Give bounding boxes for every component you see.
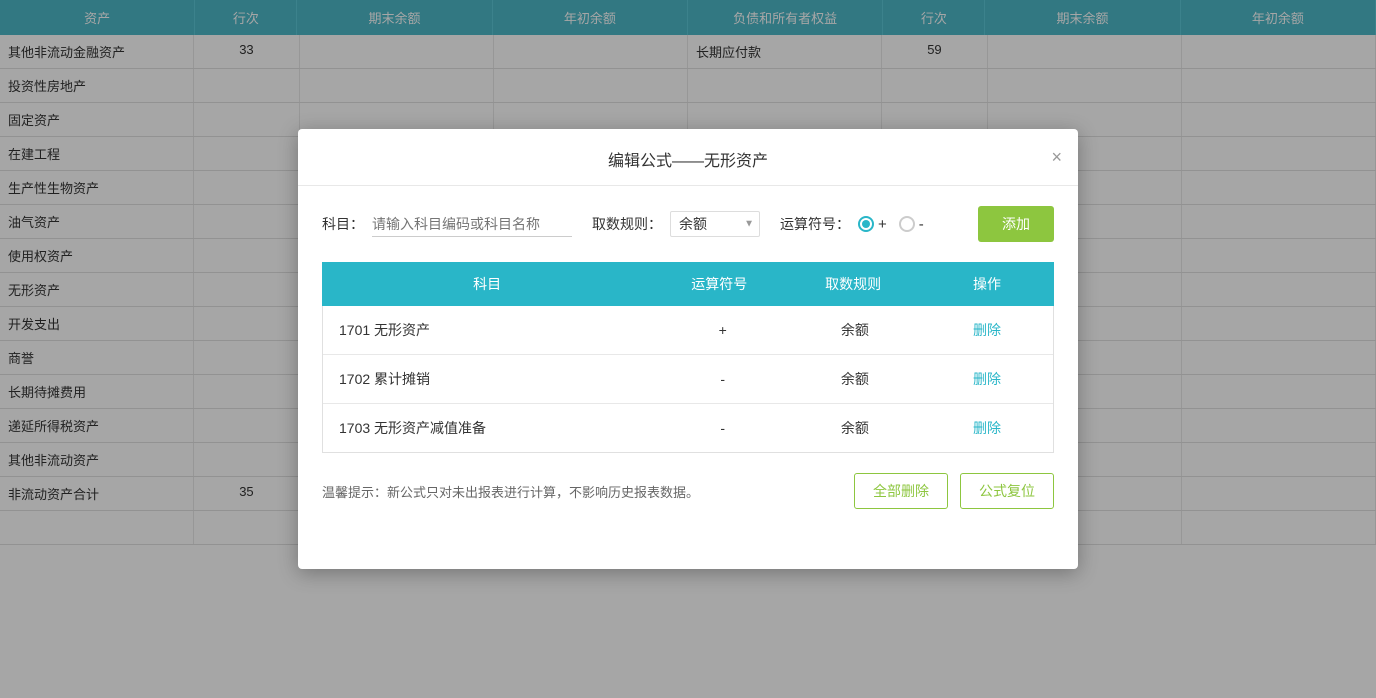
modal-overlay: 编辑公式——无形资产 × 科目： 取数规则： 余额借方贷方借方发生额贷方发生额 … [0, 0, 1376, 698]
rule-select[interactable]: 余额借方贷方借方发生额贷方发生额 [670, 211, 760, 237]
modal-footer: 温馨提示：新公式只对未出报表进行计算，不影响历史报表数据。 全部删除 公式复位 [298, 453, 1078, 513]
rule-label: 取数规则： [592, 214, 662, 234]
subject-input[interactable] [372, 212, 572, 237]
form-row: 科目： 取数规则： 余额借方贷方借方发生额贷方发生额 ▼ 运算符号： + [298, 186, 1078, 262]
table-header-row: 科目 运算符号 取数规则 操作 [322, 262, 1054, 306]
operator-minus-radio[interactable]: - [899, 216, 924, 233]
modal-title: 编辑公式——无形资产 [608, 147, 768, 171]
delete-all-button[interactable]: 全部删除 [854, 473, 948, 509]
col-header-rule: 取数规则 [786, 262, 920, 306]
operator-group: 运算符号： + - [780, 214, 924, 234]
subject-label: 科目： [322, 214, 364, 234]
operator-label: 运算符号： [780, 214, 850, 234]
col-header-subject: 科目 [322, 262, 652, 306]
subject-group: 科目： [322, 212, 572, 237]
delete-row-button[interactable]: 删除 [973, 369, 1001, 389]
cell-operator: - [657, 406, 789, 450]
cell-subject: 1702 累计摊销 [323, 355, 657, 403]
cell-action: 删除 [921, 404, 1053, 452]
table-row: 1702 累计摊销-余额 删除 [323, 355, 1053, 404]
reset-formula-button[interactable]: 公式复位 [960, 473, 1054, 509]
delete-row-button[interactable]: 删除 [973, 320, 1001, 340]
add-button[interactable]: 添加 [978, 206, 1054, 242]
cell-rule: 余额 [789, 306, 921, 354]
cell-action: 删除 [921, 355, 1053, 403]
col-header-operator: 运算符号 [652, 262, 786, 306]
operator-plus-radio[interactable]: + [858, 216, 887, 233]
modal-dialog: 编辑公式——无形资产 × 科目： 取数规则： 余额借方贷方借方发生额贷方发生额 … [298, 129, 1078, 569]
footer-hint: 温馨提示：新公式只对未出报表进行计算，不影响历史报表数据。 [322, 482, 699, 501]
cell-subject: 1701 无形资产 [323, 306, 657, 354]
operator-plus-label: + [878, 216, 887, 233]
col-header-action: 操作 [920, 262, 1054, 306]
cell-operator: - [657, 357, 789, 401]
cell-subject: 1703 无形资产减值准备 [323, 404, 657, 452]
delete-row-button[interactable]: 删除 [973, 418, 1001, 438]
formula-table: 科目 运算符号 取数规则 操作 1701 无形资产+余额删除1702 累计摊销-… [322, 262, 1054, 453]
cell-rule: 余额 [789, 355, 921, 403]
footer-buttons: 全部删除 公式复位 [854, 473, 1054, 509]
cell-action: 删除 [921, 306, 1053, 354]
radio-plus-circle [858, 216, 874, 232]
table-row: 1701 无形资产+余额 删除 [323, 306, 1053, 355]
cell-rule: 余额 [789, 404, 921, 452]
cell-operator: + [657, 308, 789, 352]
operator-minus-label: - [919, 216, 924, 233]
table-row: 1703 无形资产减值准备-余额 删除 [323, 404, 1053, 452]
radio-minus-circle [899, 216, 915, 232]
modal-header: 编辑公式——无形资产 × [298, 129, 1078, 186]
rule-group: 取数规则： 余额借方贷方借方发生额贷方发生额 ▼ [592, 211, 760, 237]
operator-radio-group: + - [858, 216, 924, 233]
modal-close-button[interactable]: × [1051, 148, 1062, 166]
table-body: 1701 无形资产+余额删除1702 累计摊销-余额删除1703 无形资产减值准… [322, 306, 1054, 453]
rule-select-wrapper: 余额借方贷方借方发生额贷方发生额 ▼ [670, 211, 760, 237]
